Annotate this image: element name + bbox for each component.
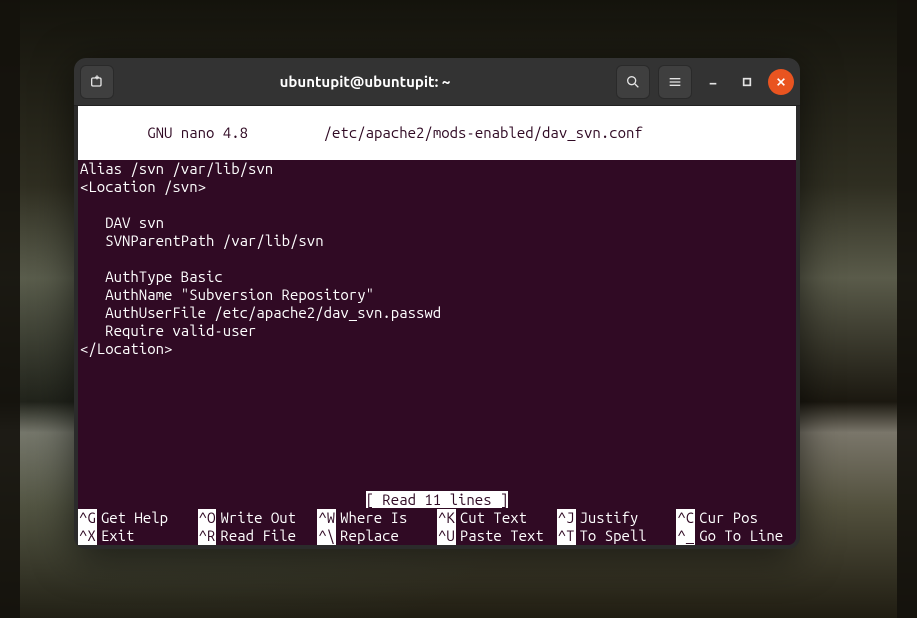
shortcut-label: Write Out (216, 509, 296, 527)
close-button[interactable] (768, 69, 794, 95)
shortcut-key: ^O (198, 509, 217, 527)
shortcut-item: ^\Replace (317, 527, 437, 545)
shortcut-item: ^JJustify (557, 509, 677, 527)
terminal-window: ubuntupit@ubuntupit: ~ GNU nano 4.8 /etc… (74, 58, 800, 549)
menu-button[interactable] (658, 65, 692, 99)
shortcut-label: Get Help (97, 509, 168, 527)
shortcut-key: ^U (437, 527, 456, 545)
shortcut-key: ^K (437, 509, 456, 527)
new-tab-button[interactable] (80, 65, 114, 99)
nano-version: GNU nano 4.8 (130, 124, 248, 141)
shortcut-key: ^G (78, 509, 97, 527)
shortcut-label: To Spell (576, 527, 647, 545)
nano-status-bar: [ Read 11 lines ] (78, 491, 796, 509)
shortcut-label: Paste Text (456, 527, 544, 545)
shortcut-key: ^R (198, 527, 217, 545)
nano-shortcuts: ^GGet Help^OWrite Out^WWhere Is^KCut Tex… (78, 509, 796, 545)
shortcut-item: ^UPaste Text (437, 527, 557, 545)
shortcut-label: Exit (97, 527, 135, 545)
search-button[interactable] (616, 65, 650, 99)
shortcut-item: ^GGet Help (78, 509, 198, 527)
nano-editor-content[interactable]: Alias /svn /var/lib/svn <Location /svn> … (78, 160, 796, 491)
shortcut-item: ^WWhere Is (317, 509, 437, 527)
shortcut-key: ^\ (317, 527, 336, 545)
minimize-button[interactable] (700, 69, 726, 95)
shortcut-item: ^TTo Spell (557, 527, 677, 545)
window-titlebar: ubuntupit@ubuntupit: ~ (74, 58, 800, 106)
shortcut-label: Where Is (336, 509, 407, 527)
shortcut-item: ^CCur Pos (676, 509, 796, 527)
shortcut-label: Replace (336, 527, 399, 545)
shortcut-label: Go To Line (695, 527, 783, 545)
shortcut-label: Cut Text (456, 509, 527, 527)
shortcut-label: Justify (576, 509, 639, 527)
shortcut-key: ^_ (676, 527, 695, 545)
shortcut-key: ^J (557, 509, 576, 527)
window-title: ubuntupit@ubuntupit: ~ (114, 73, 616, 90)
shortcut-key: ^X (78, 527, 97, 545)
maximize-button[interactable] (734, 69, 760, 95)
shortcut-label: Read File (216, 527, 296, 545)
shortcut-item: ^XExit (78, 527, 198, 545)
shortcut-item: ^OWrite Out (198, 509, 318, 527)
terminal-body[interactable]: GNU nano 4.8 /etc/apache2/mods-enabled/d… (78, 106, 796, 545)
shortcut-key: ^C (676, 509, 695, 527)
shortcut-label: Cur Pos (695, 509, 758, 527)
nano-status-text: [ Read 11 lines ] (366, 491, 509, 508)
nano-header: GNU nano 4.8 /etc/apache2/mods-enabled/d… (78, 106, 796, 160)
shortcut-item: ^KCut Text (437, 509, 557, 527)
shortcut-key: ^T (557, 527, 576, 545)
shortcut-item: ^RRead File (198, 527, 318, 545)
shortcut-item: ^_Go To Line (676, 527, 796, 545)
nano-file-path: /etc/apache2/mods-enabled/dav_svn.conf (324, 124, 643, 141)
shortcut-key: ^W (317, 509, 336, 527)
